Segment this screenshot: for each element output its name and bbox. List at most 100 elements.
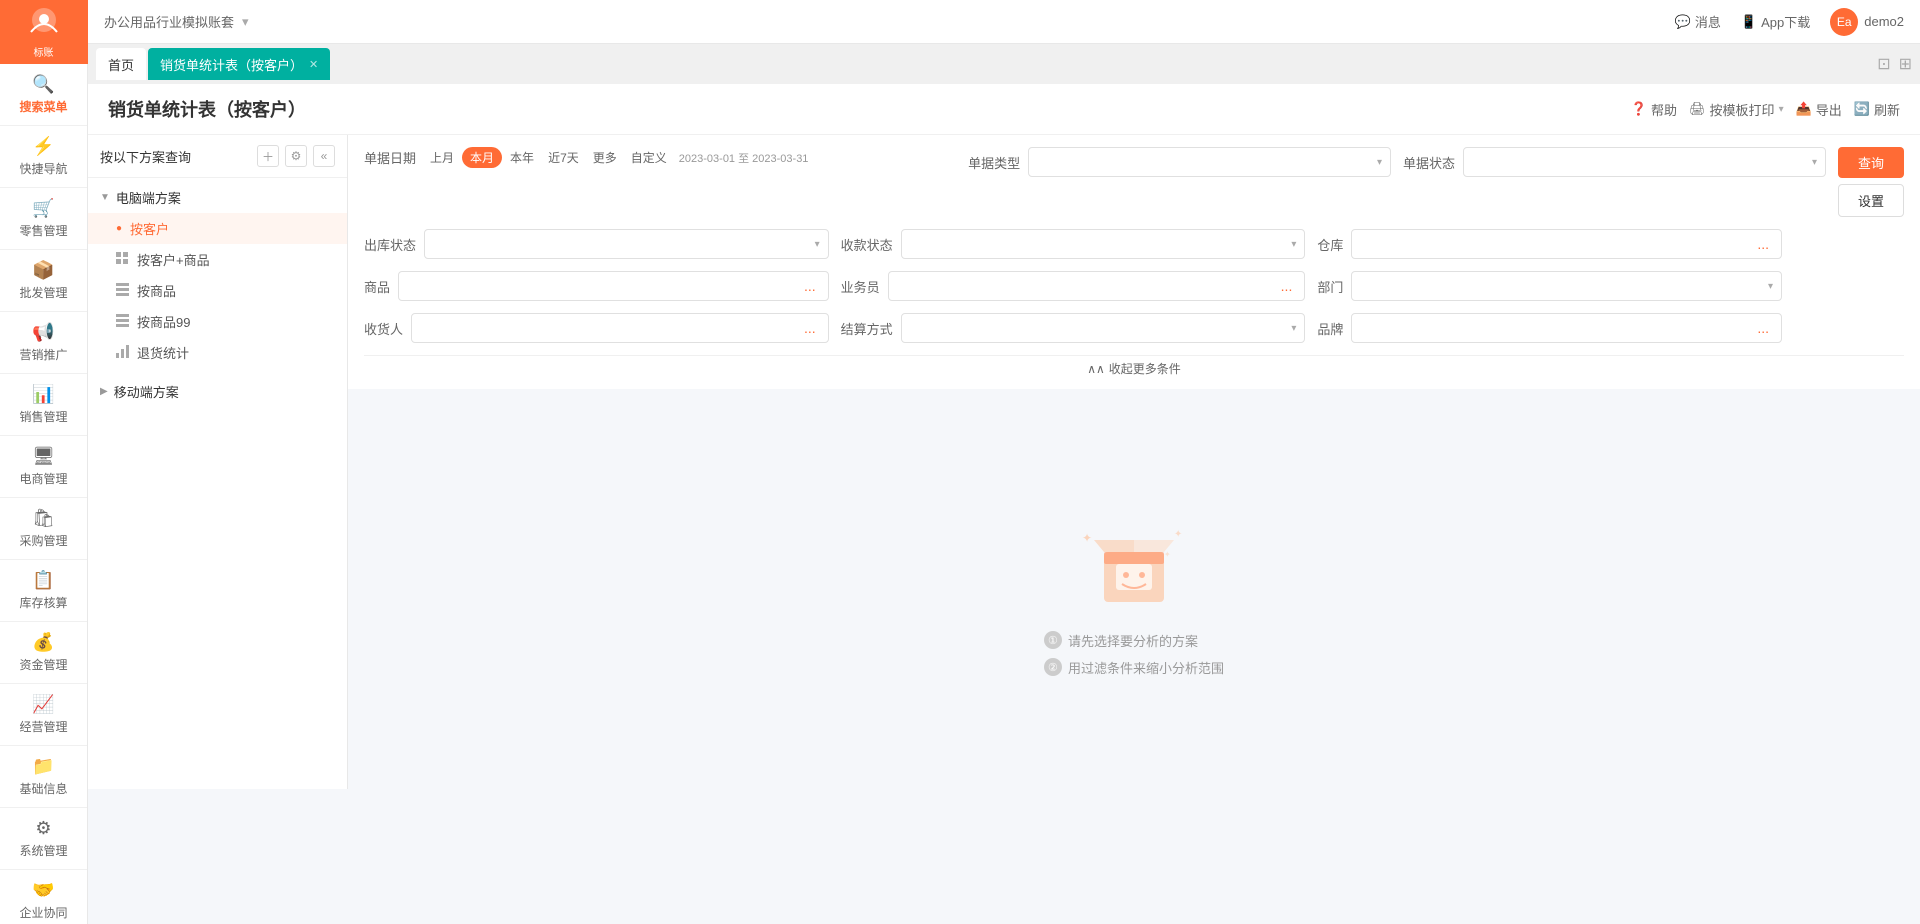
tab-sales-stats[interactable]: 销货单统计表（按客户） ✕	[148, 48, 330, 80]
order-status-input[interactable]: ▾	[1463, 147, 1826, 177]
window-maximize-icon[interactable]: ⊞	[1899, 54, 1912, 74]
sidebar-item-purchase[interactable]: 🛍 采购管理	[0, 498, 87, 560]
help-icon: ❓	[1631, 101, 1647, 117]
avatar: Ea	[1830, 8, 1858, 36]
ecommerce-icon: 🖥	[32, 446, 55, 467]
scheme-item-by-customer-goods[interactable]: 按客户+商品	[88, 244, 347, 275]
brand-dots[interactable]: ...	[1753, 320, 1773, 336]
scheme-panel: 按以下方案查询 ＋ ⚙ « ▼ 电脑端方案 ● 按客户	[88, 135, 348, 789]
sidebar-item-finance[interactable]: 💰 资金管理	[0, 622, 87, 684]
settings-button[interactable]: 设置	[1838, 184, 1904, 217]
empty-state-hints: ① 请先选择要分析的方案 ② 用过滤条件来缩小分析范围	[1044, 631, 1224, 677]
date-label: 单据日期	[364, 148, 416, 167]
scheme-add-button[interactable]: ＋	[257, 145, 279, 167]
print-icon: 🖨	[1689, 101, 1706, 117]
app-logo: 标账	[0, 0, 88, 64]
date-btn-this-month[interactable]: 本月	[462, 147, 502, 168]
hint-text-1: 请先选择要分析的方案	[1068, 631, 1198, 650]
tab-expand-button[interactable]: ⊡ ⊞	[1877, 54, 1912, 74]
goods-input[interactable]: ...	[398, 271, 829, 301]
sidebar-item-inventory-label: 库存核算	[19, 594, 67, 611]
scheme-item-return-stats[interactable]: 退货统计	[88, 337, 347, 368]
sales-icon: 📊	[32, 384, 54, 405]
sidebar-item-enterprise-collab[interactable]: 🤝 企业协同	[0, 870, 87, 924]
scheme-actions: ＋ ⚙ «	[257, 145, 335, 167]
payment-status-arrow: ▾	[1291, 239, 1296, 250]
sidebar-item-inventory[interactable]: 📋 库存核算	[0, 560, 87, 622]
scheme-settings-button[interactable]: ⚙	[285, 145, 307, 167]
action-buttons: 查询 设置	[1838, 147, 1904, 217]
page-content: 销货单统计表（按客户） ❓ 帮助 🖨 按模板打印 ▾ 📤 导出 🔄 刷新	[88, 84, 1920, 924]
app-download-button[interactable]: 📱 App下载	[1741, 12, 1810, 31]
refresh-label: 刷新	[1874, 100, 1900, 119]
hint-text-2: 用过滤条件来缩小分析范围	[1068, 658, 1224, 677]
window-minimize-icon[interactable]: ⊡	[1877, 54, 1890, 74]
sidebar-item-basic-info[interactable]: 📁 基础信息	[0, 746, 87, 808]
help-button[interactable]: ❓ 帮助	[1631, 100, 1677, 119]
brand-label: 品牌	[1317, 319, 1343, 338]
sidebar-item-system[interactable]: ⚙ 系统管理	[0, 808, 87, 870]
date-btn-this-year[interactable]: 本年	[504, 147, 540, 168]
sidebar-item-search[interactable]: 🔍 搜索菜单	[0, 64, 87, 126]
operations-icon: 📈	[32, 694, 54, 715]
salesperson-dots[interactable]: ...	[1277, 278, 1297, 294]
recipient-dots[interactable]: ...	[800, 320, 820, 336]
tab-close-icon[interactable]: ✕	[309, 58, 318, 71]
collapse-button[interactable]: ∧∧ 收起更多条件	[1087, 360, 1181, 377]
salesperson-input[interactable]: ...	[888, 271, 1306, 301]
mobile-scheme-group-toggle[interactable]: ▶ 移动端方案	[88, 376, 347, 407]
date-btn-more[interactable]: 更多	[587, 147, 623, 168]
brand-input[interactable]: ...	[1351, 313, 1782, 343]
scheme-item-by-goods99[interactable]: 按商品99	[88, 306, 347, 337]
filter-cell-brand: 品牌 ...	[1317, 313, 1782, 343]
order-type-input[interactable]: ▾	[1028, 147, 1391, 177]
empty-state-area: ✦ ✦ ✦ ① 请先选择要分析的方案 ②	[348, 389, 1920, 789]
message-button[interactable]: 💬 消息	[1675, 12, 1721, 31]
sidebar-item-marketing[interactable]: 📢 营销推广	[0, 312, 87, 374]
main-area: 办公用品行业模拟账套 ▾ 💬 消息 📱 App下载 Ea demo2 首页	[88, 0, 1920, 924]
tab-home[interactable]: 首页	[96, 48, 146, 80]
sidebar-item-wholesale[interactable]: 📦 批发管理	[0, 250, 87, 312]
date-btn-custom[interactable]: 自定义	[625, 147, 673, 168]
scheme-item-by-goods[interactable]: 按商品	[88, 275, 347, 306]
export-label: 导出	[1816, 100, 1842, 119]
sidebar-item-sales[interactable]: 📊 销售管理	[0, 374, 87, 436]
desktop-scheme-group-toggle[interactable]: ▼ 电脑端方案	[88, 182, 347, 213]
help-label: 帮助	[1651, 100, 1677, 119]
settlement-input[interactable]: ▾	[901, 313, 1306, 343]
inventory-icon: 📋	[32, 570, 54, 591]
header-dropdown-arrow[interactable]: ▾	[242, 14, 249, 30]
recipient-input[interactable]: ...	[411, 313, 829, 343]
query-button[interactable]: 查询	[1838, 147, 1904, 178]
warehouse-dots[interactable]: ...	[1753, 236, 1773, 252]
payment-status-input[interactable]: ▾	[901, 229, 1306, 259]
settlement-arrow: ▾	[1291, 323, 1296, 334]
date-btn-last-7-days[interactable]: 近7天	[542, 147, 585, 168]
sidebar-item-ecommerce[interactable]: 🖥 电商管理	[0, 436, 87, 498]
sidebar-item-purchase-label: 采购管理	[19, 532, 67, 549]
mobile-group-label: 移动端方案	[114, 382, 179, 401]
stock-status-input[interactable]: ▾	[424, 229, 829, 259]
filter-cell-department: 部门 ▾	[1317, 271, 1782, 301]
goods-scheme-icon	[116, 283, 129, 299]
sidebar: 标账 🔍 搜索菜单 ⚡ 快捷导航 🛒 零售管理 📦 批发管理 📢 营销推广 📊 …	[0, 0, 88, 924]
refresh-icon: 🔄	[1854, 101, 1870, 117]
warehouse-input[interactable]: ...	[1351, 229, 1782, 259]
scheme-item-by-customer[interactable]: ● 按客户	[88, 213, 347, 244]
sidebar-item-operations[interactable]: 📈 经营管理	[0, 684, 87, 746]
refresh-button[interactable]: 🔄 刷新	[1854, 100, 1900, 119]
desktop-group-label: 电脑端方案	[116, 188, 181, 207]
template-print-button[interactable]: 🖨 按模板打印 ▾	[1689, 100, 1784, 119]
date-btn-last-month[interactable]: 上月	[424, 147, 460, 168]
template-print-arrow[interactable]: ▾	[1779, 104, 1784, 115]
sidebar-item-quick-nav[interactable]: ⚡ 快捷导航	[0, 126, 87, 188]
svg-text:✦: ✦	[1082, 531, 1092, 545]
scheme-collapse-button[interactable]: «	[313, 145, 335, 167]
user-profile[interactable]: Ea demo2	[1830, 8, 1904, 36]
sidebar-item-retail[interactable]: 🛒 零售管理	[0, 188, 87, 250]
payment-status-label: 收款状态	[841, 235, 893, 254]
goods-dots[interactable]: ...	[800, 278, 820, 294]
date-range-display: 2023-03-01 至 2023-03-31	[679, 150, 809, 166]
export-button[interactable]: 📤 导出	[1796, 100, 1842, 119]
department-input[interactable]: ▾	[1351, 271, 1782, 301]
